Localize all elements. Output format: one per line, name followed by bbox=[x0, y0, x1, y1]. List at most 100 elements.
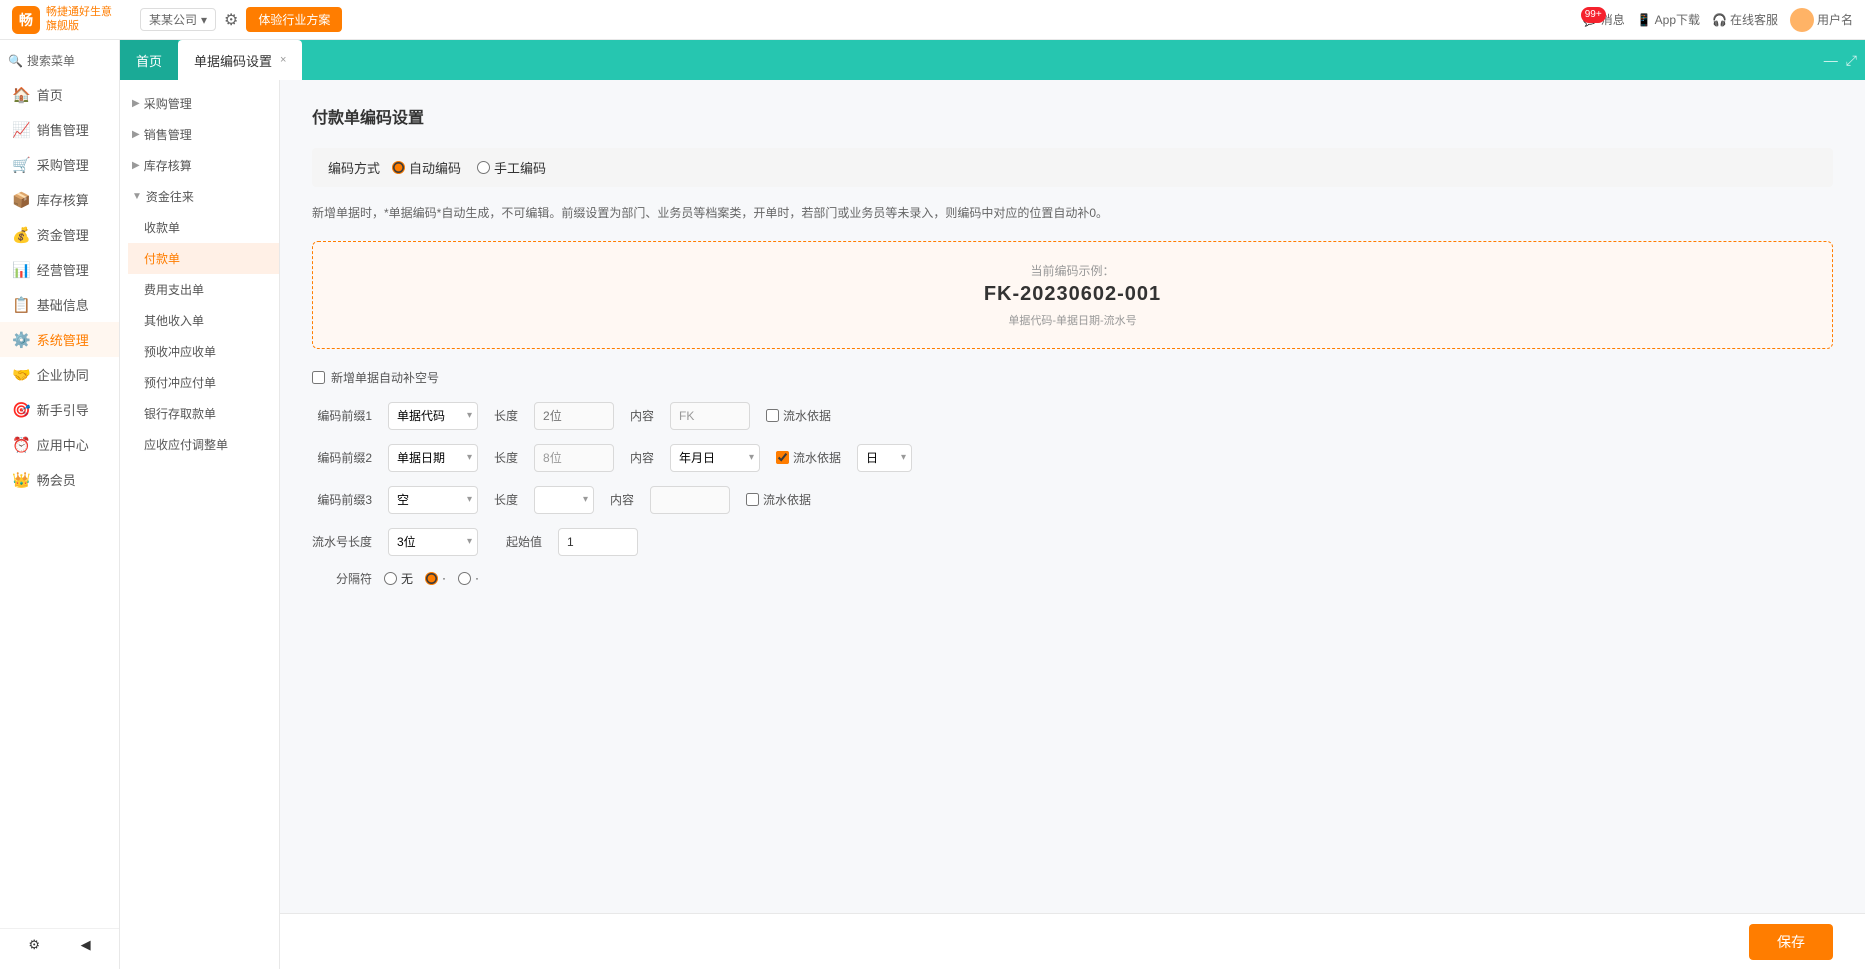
length-select-wrap-3[interactable] bbox=[534, 486, 594, 514]
arrow-right-icon: ▶ bbox=[132, 160, 140, 171]
group-fund[interactable]: ▼ 资金往来 bbox=[120, 181, 279, 212]
serial-checkbox-1[interactable] bbox=[766, 409, 779, 422]
content-label-1: 内容 bbox=[630, 407, 654, 424]
length-select-3[interactable] bbox=[534, 486, 594, 514]
sidebar: 🔍 搜索菜单 🏠 首页 📈 销售管理 🛒 采购管理 📦 库存核算 💰 资金管理 … bbox=[0, 40, 120, 969]
content-input-3 bbox=[650, 486, 730, 514]
length-label-1: 长度 bbox=[494, 407, 518, 424]
serial-checkbox-2[interactable] bbox=[776, 451, 789, 464]
tab-bar: 首页 单据编码设置 × — ⤢ bbox=[120, 40, 1865, 80]
auto-fill-row: 新增单据自动补空号 bbox=[312, 369, 1833, 386]
sidebar-search[interactable]: 🔍 搜索菜单 bbox=[0, 48, 119, 73]
content-label-3: 内容 bbox=[610, 491, 634, 508]
sidebar-item-guide[interactable]: 🎯 新手引导 bbox=[0, 392, 119, 427]
sidebar-item-payment[interactable]: 付款单 bbox=[128, 243, 279, 274]
sidebar-item-basicinfo[interactable]: 📋 基础信息 bbox=[0, 287, 119, 322]
sidebar-item-appcenter[interactable]: ⏰ 应用中心 bbox=[0, 427, 119, 462]
header-right: 💬 99+ 消息 📱 App下载 🎧 在线客服 用户名 bbox=[1583, 8, 1853, 32]
top-header: 畅 畅捷通好生意 旗舰版 某某公司 ▾ ⚙ 体验行业方案 💬 99+ 消息 📱 … bbox=[0, 0, 1865, 40]
serial-length-row: 流水号长度 3位 4位 5位 6位 起始值 bbox=[312, 528, 1833, 556]
sidebar-item-advance-offset[interactable]: 预付冲应付单 bbox=[128, 367, 279, 398]
messages-button[interactable]: 💬 99+ 消息 bbox=[1583, 11, 1625, 28]
serial-check-1[interactable]: 流水依据 bbox=[766, 407, 831, 424]
prefix-select-2[interactable]: 单据日期 部门 业务员 空 bbox=[388, 444, 478, 472]
system-icon: ⚙️ bbox=[12, 331, 31, 349]
sidebar-item-ap-adjust[interactable]: 应收应付调整单 bbox=[128, 429, 279, 460]
sidebar-item-system[interactable]: ⚙️ 系统管理 bbox=[0, 322, 119, 357]
guide-icon: 🎯 bbox=[12, 401, 31, 419]
enterprise-icon: 🤝 bbox=[12, 366, 31, 384]
sidebar-item-home[interactable]: 🏠 首页 bbox=[0, 77, 119, 112]
serial-checkbox-3[interactable] bbox=[746, 493, 759, 506]
settings-icon[interactable]: ⚙ bbox=[224, 10, 238, 30]
online-service-button[interactable]: 🎧 在线客服 bbox=[1712, 11, 1778, 28]
sidebar-item-inventory[interactable]: 📦 库存核算 bbox=[0, 182, 119, 217]
prefix-select-wrap-2[interactable]: 单据日期 部门 业务员 空 bbox=[388, 444, 478, 472]
group-sales[interactable]: ▶ 销售管理 bbox=[120, 119, 279, 150]
group-purchase[interactable]: ▶ 采购管理 bbox=[120, 88, 279, 119]
start-value-input[interactable] bbox=[558, 528, 638, 556]
operations-icon: 📊 bbox=[12, 261, 31, 279]
sidebar-item-receipt[interactable]: 收款单 bbox=[128, 212, 279, 243]
right-panel: 付款单编码设置 编码方式 自动编码 手工编码 bbox=[280, 80, 1865, 969]
serial-length-select-wrap[interactable]: 3位 4位 5位 6位 bbox=[388, 528, 478, 556]
tab-encode-settings[interactable]: 单据编码设置 × bbox=[178, 40, 302, 80]
sales-icon: 📈 bbox=[12, 121, 31, 139]
sidebar-item-member[interactable]: 👑 畅会员 bbox=[0, 462, 119, 497]
prefix-row-3: 编码前缀3 空 部门 业务员 长度 bbox=[312, 486, 1833, 514]
divider-dash-radio[interactable]: · bbox=[458, 571, 479, 585]
sidebar-item-other-income[interactable]: 其他收入单 bbox=[128, 305, 279, 336]
prefix-select-3[interactable]: 空 部门 业务员 bbox=[388, 486, 478, 514]
prefix-row-1: 编码前缀1 单据代码 部门 业务员 空 长度 内容 bbox=[312, 402, 1833, 430]
sidebar-item-finance[interactable]: 💰 资金管理 bbox=[0, 217, 119, 252]
app-download-button[interactable]: 📱 App下载 bbox=[1637, 11, 1700, 28]
prefix-select-1[interactable]: 单据代码 部门 业务员 空 bbox=[388, 402, 478, 430]
collapse-icon[interactable]: ◀ bbox=[81, 937, 91, 953]
tab-expand-button[interactable]: ⤢ bbox=[1846, 52, 1857, 69]
manual-encode-radio[interactable]: 手工编码 bbox=[477, 158, 546, 177]
group-inventory[interactable]: ▶ 库存核算 bbox=[120, 150, 279, 181]
preview-code: FK-20230602-001 bbox=[984, 283, 1161, 306]
divider-none-radio[interactable]: 无 bbox=[384, 570, 413, 587]
auto-fill-checkbox[interactable] bbox=[312, 371, 325, 384]
serial-length-select[interactable]: 3位 4位 5位 6位 bbox=[388, 528, 478, 556]
header-mid: 某某公司 ▾ ⚙ 体验行业方案 bbox=[140, 7, 1575, 32]
serial-check-3[interactable]: 流水依据 bbox=[746, 491, 811, 508]
tab-bar-right: — ⤢ bbox=[1824, 52, 1865, 69]
company-dropdown[interactable]: 某某公司 ▾ bbox=[140, 8, 216, 31]
save-bar: 保存 bbox=[280, 913, 1865, 969]
prefix-select-wrap-3[interactable]: 空 部门 业务员 bbox=[388, 486, 478, 514]
tab-home[interactable]: 首页 bbox=[120, 40, 178, 80]
sidebar-item-prepay-offset[interactable]: 预收冲应收单 bbox=[128, 336, 279, 367]
sidebar-item-bank[interactable]: 银行存取款单 bbox=[128, 398, 279, 429]
serial-check-2[interactable]: 流水依据 bbox=[776, 449, 841, 466]
sidebar-item-enterprise[interactable]: 🤝 企业协同 bbox=[0, 357, 119, 392]
content-select-2[interactable]: 年月日 年月 年 bbox=[670, 444, 760, 472]
arrow-down-icon: ▼ bbox=[132, 191, 142, 202]
divider-row: 分隔符 无 · · bbox=[312, 570, 1833, 587]
promo-button[interactable]: 体验行业方案 bbox=[246, 7, 342, 32]
tab-minimize-button[interactable]: — bbox=[1824, 52, 1838, 68]
info-text: 新增单据时，*单据编码*自动生成，不可编辑。前缀设置为部门、业务员等档案类，开单… bbox=[312, 203, 1833, 225]
prefix-select-wrap-1[interactable]: 单据代码 部门 业务员 空 bbox=[388, 402, 478, 430]
tab-close-icon[interactable]: × bbox=[280, 54, 286, 66]
length-input-2 bbox=[534, 444, 614, 472]
logo-area: 畅 畅捷通好生意 旗舰版 bbox=[12, 6, 132, 34]
content-select-wrap-2[interactable]: 年月日 年月 年 bbox=[670, 444, 760, 472]
auto-encode-radio[interactable]: 自动编码 bbox=[392, 158, 461, 177]
chevron-down-icon: ▾ bbox=[201, 13, 207, 27]
auto-fill-label: 新增单据自动补空号 bbox=[331, 369, 439, 386]
serial-period-wrap[interactable]: 日 月 年 bbox=[857, 444, 912, 472]
save-button[interactable]: 保存 bbox=[1749, 924, 1833, 960]
sidebar-item-purchase[interactable]: 🛒 采购管理 bbox=[0, 147, 119, 182]
sidebar-item-expense[interactable]: 费用支出单 bbox=[128, 274, 279, 305]
serial-period-select[interactable]: 日 月 年 bbox=[857, 444, 912, 472]
home-icon: 🏠 bbox=[12, 86, 31, 104]
settings-bottom-icon[interactable]: ⚙ bbox=[28, 937, 40, 953]
prefix-row-2: 编码前缀2 单据日期 部门 业务员 空 长度 内容 bbox=[312, 444, 1833, 472]
user-avatar[interactable]: 用户名 bbox=[1790, 8, 1853, 32]
fund-children: 收款单 付款单 费用支出单 其他收入单 预收冲应收单 预付冲 bbox=[120, 212, 279, 460]
sidebar-item-sales[interactable]: 📈 销售管理 bbox=[0, 112, 119, 147]
divider-dot-radio[interactable]: · bbox=[425, 571, 446, 585]
sidebar-item-operations[interactable]: 📊 经营管理 bbox=[0, 252, 119, 287]
